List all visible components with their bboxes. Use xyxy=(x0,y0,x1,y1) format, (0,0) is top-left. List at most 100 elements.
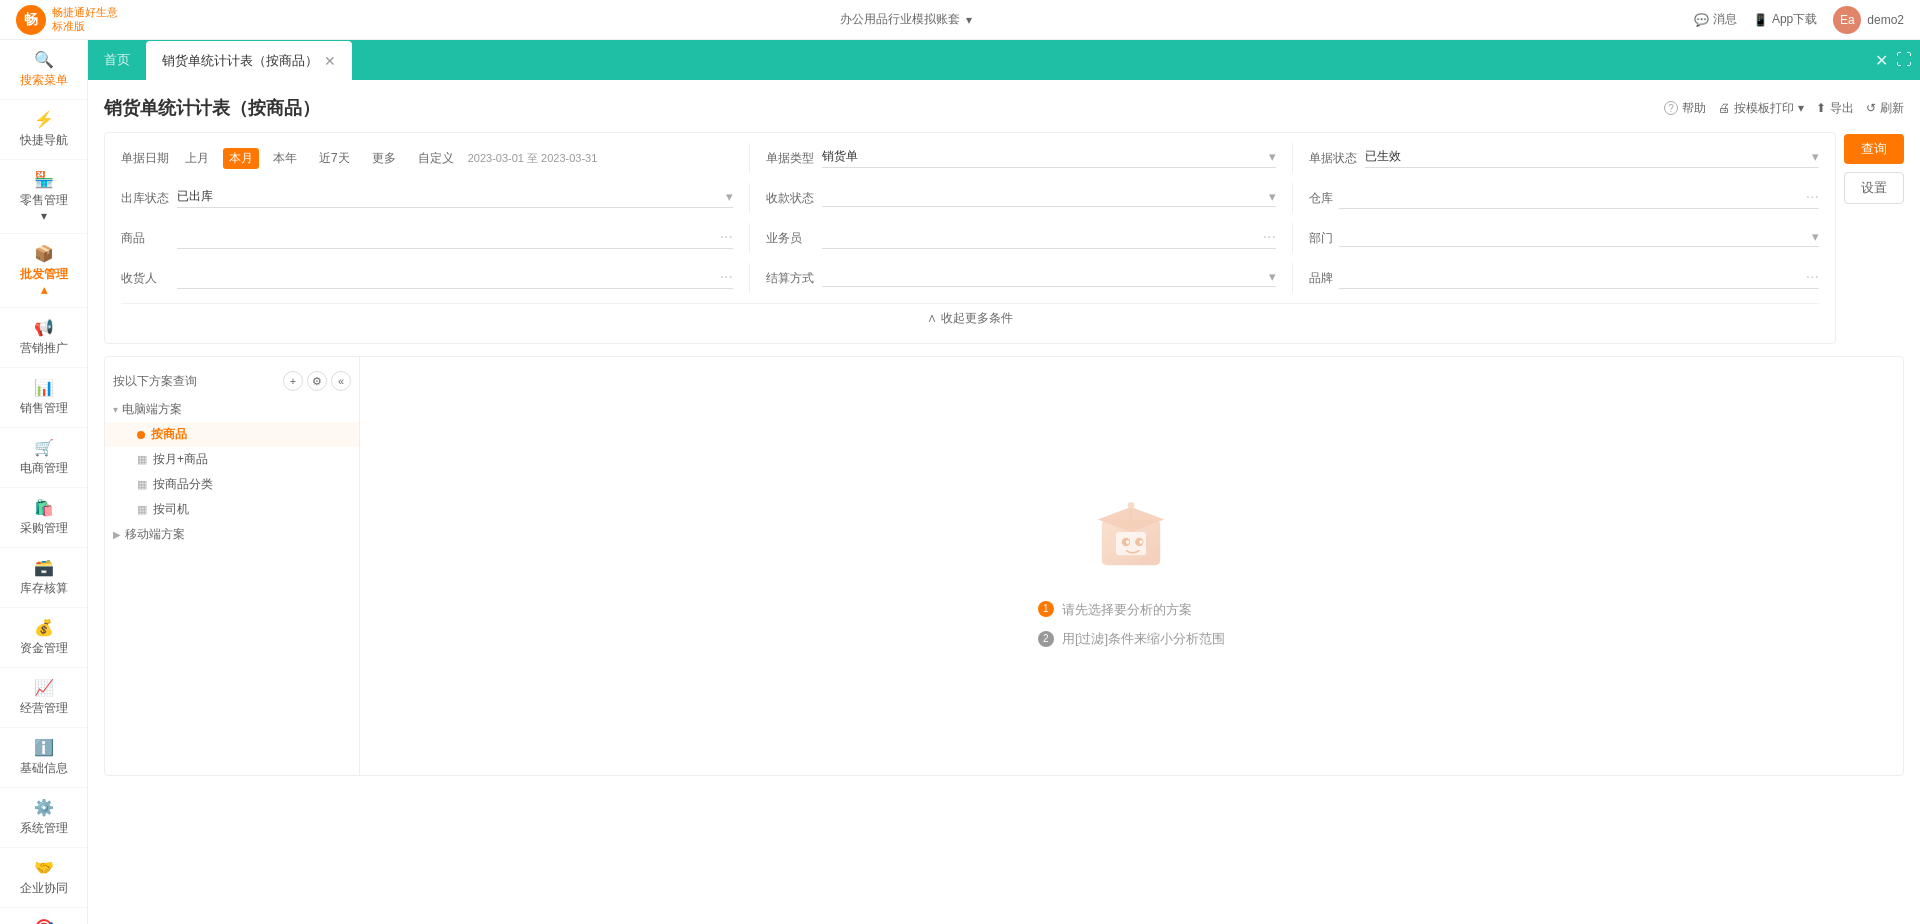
sidebar-item-quicknav[interactable]: ⚡ 快捷导航 xyxy=(0,100,87,160)
tree-setting-btn[interactable]: ⚙ xyxy=(307,371,327,391)
page-title: 销货单统计计表（按商品） xyxy=(104,96,320,120)
tree-section-desktop[interactable]: ▾ 电脑端方案 xyxy=(105,397,359,422)
help-btn[interactable]: ? 帮助 xyxy=(1664,100,1706,117)
query-btn[interactable]: 查询 xyxy=(1844,134,1904,164)
filter-doc-type: 单据类型 销货单 ▾ xyxy=(766,148,1276,168)
settings-btn[interactable]: 设置 xyxy=(1844,172,1904,204)
logo-text: 畅捷通好生意 标准版 xyxy=(52,6,118,32)
tree-section-title: 按以下方案查询 xyxy=(113,373,197,390)
doc-type-label: 单据类型 xyxy=(766,150,822,167)
tree-item-by-month-product[interactable]: ▦ 按月+商品 xyxy=(105,447,359,472)
out-status-control: 已出库 ▾ xyxy=(177,188,733,208)
tree-item-by-product[interactable]: 按商品 xyxy=(105,422,359,447)
sidebar-item-guide[interactable]: 🎯 新手引导 xyxy=(0,908,87,924)
top-bar-left: 畅 畅捷通好生意 标准版 xyxy=(16,5,118,35)
empty-state: 1 请先选择要分析的方案 2 用[过滤]条件来缩小分析范围 xyxy=(1018,422,1245,711)
brand-more-icon[interactable]: ··· xyxy=(1806,268,1819,286)
sidebar-item-corp[interactable]: 🤝 企业协同 xyxy=(0,848,87,908)
filter-row-2: 出库状态 已出库 ▾ 收款状态 xyxy=(121,183,1819,213)
window-close-btn[interactable]: ✕ xyxy=(1875,51,1888,70)
export-icon: ⬆ xyxy=(1816,101,1826,115)
sidebar-item-sales[interactable]: 📊 销售管理 xyxy=(0,368,87,428)
doc-status-dropdown-icon[interactable]: ▾ xyxy=(1812,149,1819,164)
brand-label: 品牌 xyxy=(1309,270,1339,287)
sidebar-item-basic[interactable]: ℹ️ 基础信息 xyxy=(0,728,87,788)
clerk-control: ··· xyxy=(822,228,1276,249)
sidebar-item-wholesale[interactable]: 📦 批发管理 ▴ xyxy=(0,234,87,308)
workspace-dropdown-icon[interactable]: ▾ xyxy=(966,13,972,27)
filter-dept: 部门 ▾ xyxy=(1309,229,1819,247)
page-inner: 销货单统计计表（按商品） ? 帮助 🖨 按模板打印 ▾ ⬆ xyxy=(88,80,1920,924)
dept-dropdown-icon[interactable]: ▾ xyxy=(1812,229,1819,244)
doc-status-control: 已生效 ▾ xyxy=(1365,148,1819,168)
tab-home[interactable]: 首页 xyxy=(88,40,146,80)
doc-type-dropdown-icon[interactable]: ▾ xyxy=(1269,149,1276,164)
date-tag-last-month[interactable]: 上月 xyxy=(177,148,217,169)
filter-brand: 品牌 ··· xyxy=(1309,268,1819,289)
tab-sales-stat[interactable]: 销货单统计计表（按商品） ✕ xyxy=(146,41,352,81)
window-maximize-btn[interactable]: ⛶ xyxy=(1896,51,1912,69)
goods-control: ··· xyxy=(177,228,733,249)
sidebar-item-retail[interactable]: 🏪 零售管理 ▾ xyxy=(0,160,87,234)
export-btn[interactable]: ⬆ 导出 xyxy=(1816,100,1854,117)
tab-bar: 首页 销货单统计计表（按商品） ✕ ✕ ⛶ xyxy=(88,40,1920,80)
tree-item-by-cashier[interactable]: ▦ 按司机 xyxy=(105,497,359,522)
tab-close-icon[interactable]: ✕ xyxy=(324,53,336,69)
settlement-label: 结算方式 xyxy=(766,270,822,287)
grid-icon-2: ▦ xyxy=(137,478,147,491)
date-tag-this-year[interactable]: 本年 xyxy=(265,148,305,169)
left-tree-panel: 按以下方案查询 + ⚙ « ▾ 电脑端方案 xyxy=(105,357,360,775)
top-bar: 畅 畅捷通好生意 标准版 办公用品行业模拟账套 ▾ 💬 消息 📱 App下载 E… xyxy=(0,0,1920,40)
tree-add-btn[interactable]: + xyxy=(283,371,303,391)
mobile-label: 移动端方案 xyxy=(125,526,185,543)
refresh-btn[interactable]: ↺ 刷新 xyxy=(1866,100,1904,117)
clerk-more-icon[interactable]: ··· xyxy=(1263,228,1276,246)
date-tag-this-month[interactable]: 本月 xyxy=(223,148,259,169)
sidebar-item-operations[interactable]: 📈 经营管理 xyxy=(0,668,87,728)
warehouse-control: ··· xyxy=(1339,188,1819,209)
out-status-label: 出库状态 xyxy=(121,190,177,207)
sidebar-item-marketing[interactable]: 📢 营销推广 xyxy=(0,308,87,368)
receipt-status-dropdown-icon[interactable]: ▾ xyxy=(1269,189,1276,204)
app-download-btn[interactable]: 📱 App下载 xyxy=(1753,11,1817,28)
out-status-dropdown-icon[interactable]: ▾ xyxy=(726,189,733,204)
filter-out-status: 出库状态 已出库 ▾ xyxy=(121,188,733,208)
template-print-btn[interactable]: 🖨 按模板打印 ▾ xyxy=(1718,100,1804,117)
help-icon: ? xyxy=(1664,101,1678,115)
search-icon: 🔍 xyxy=(4,50,83,69)
sidebar-item-inventory[interactable]: 🗃️ 库存核算 xyxy=(0,548,87,608)
user-area[interactable]: Ea demo2 xyxy=(1833,6,1904,34)
tree-section-mobile[interactable]: ▶ 移动端方案 xyxy=(105,522,359,547)
doc-status-value: 已生效 xyxy=(1365,148,1812,165)
empty-tip-item-1: 1 请先选择要分析的方案 xyxy=(1038,598,1225,621)
filter-section: 单据日期 上月 本月 本年 近7天 更多 自定义 xyxy=(104,132,1904,344)
date-tag-custom[interactable]: 自定义 xyxy=(410,148,462,169)
tree-collapse-btn[interactable]: « xyxy=(331,371,351,391)
collapse-conditions-btn[interactable]: ∧ 收起更多条件 xyxy=(121,303,1819,333)
sidebar-item-purchase[interactable]: 🛍️ 采购管理 xyxy=(0,488,87,548)
filter-sep-4 xyxy=(1292,183,1293,213)
tree-expand-icon: ▾ xyxy=(113,404,118,415)
dept-label: 部门 xyxy=(1309,230,1339,247)
quicknav-icon: ⚡ xyxy=(4,110,83,129)
date-tag-last-7-days[interactable]: 近7天 xyxy=(311,148,358,169)
filter-sep-1 xyxy=(749,143,750,173)
workspace-selector[interactable]: 办公用品行业模拟账套 ▾ xyxy=(840,11,972,28)
tab-bar-actions: ✕ ⛶ xyxy=(1875,51,1920,70)
tree-item-by-category[interactable]: ▦ 按商品分类 xyxy=(105,472,359,497)
tip-dot-1: 1 xyxy=(1038,601,1054,617)
goods-more-icon[interactable]: ··· xyxy=(720,228,733,246)
sidebar-item-system[interactable]: ⚙️ 系统管理 xyxy=(0,788,87,848)
sidebar-item-search[interactable]: 🔍 搜索菜单 xyxy=(0,40,87,100)
filter-row-1: 单据日期 上月 本月 本年 近7天 更多 自定义 xyxy=(121,143,1819,173)
warehouse-more-icon[interactable]: ··· xyxy=(1806,188,1819,206)
sidebar-item-finance[interactable]: 💰 资金管理 xyxy=(0,608,87,668)
message-btn[interactable]: 💬 消息 xyxy=(1694,11,1737,28)
date-tag-more[interactable]: 更多 xyxy=(364,148,404,169)
settlement-dropdown-icon[interactable]: ▾ xyxy=(1269,269,1276,284)
receiver-more-icon[interactable]: ··· xyxy=(720,268,733,286)
sidebar-item-ecommerce[interactable]: 🛒 电商管理 xyxy=(0,428,87,488)
settlement-control: ▾ xyxy=(822,269,1276,287)
doc-type-value: 销货单 xyxy=(822,148,1269,165)
filter-date: 单据日期 上月 本月 本年 近7天 更多 自定义 xyxy=(121,148,733,169)
